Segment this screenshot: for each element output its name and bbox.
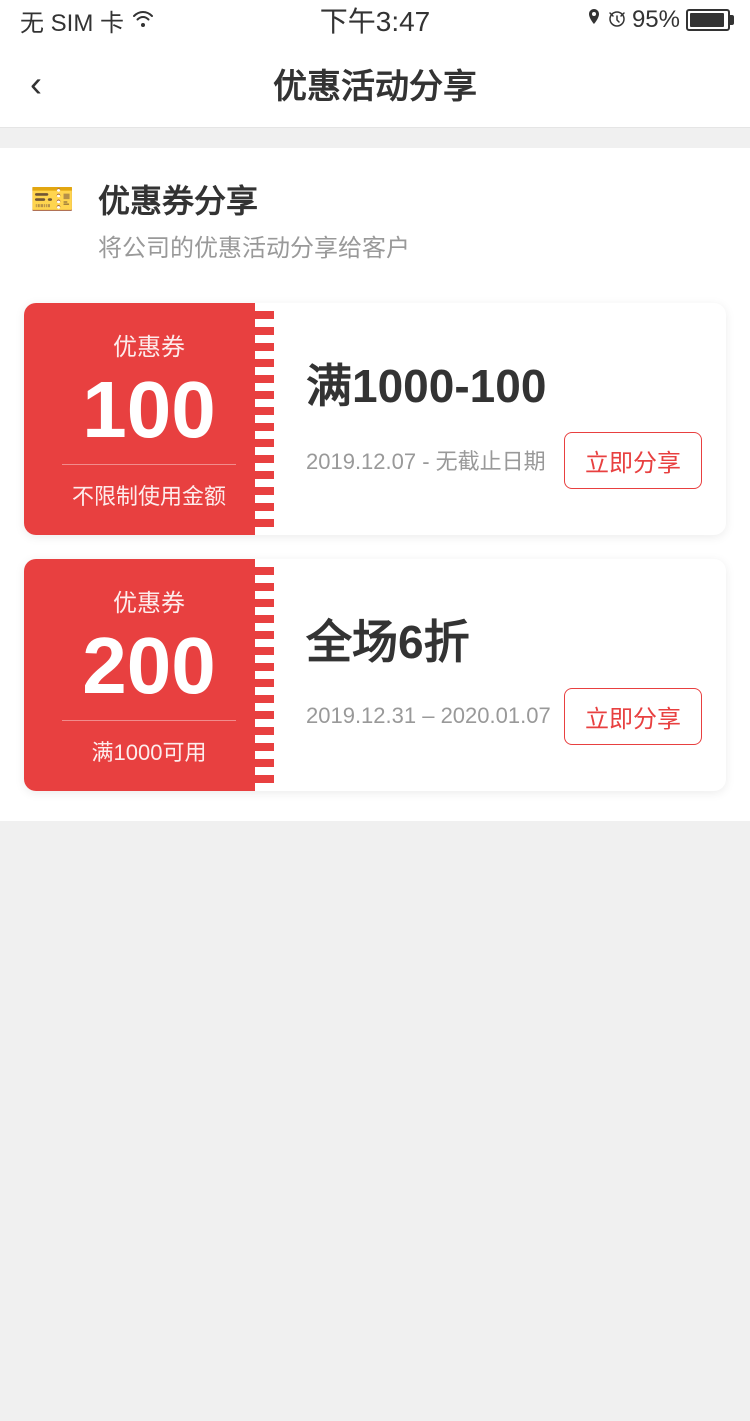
section-icon: 🎫 [30, 178, 82, 230]
section-gap [0, 128, 750, 148]
battery-icon [686, 9, 730, 31]
coupon-name-2: 全场6折 [306, 606, 702, 672]
status-time: 下午3:47 [320, 0, 431, 40]
coupon-label-2: 优惠券 [113, 583, 185, 618]
coupon-card-2: 优惠券 200 满1000可用 全场6折 2019.12.31 – 2020.0… [24, 559, 726, 791]
coupon-condition-2: 满1000可用 [92, 735, 207, 767]
coupon-condition-1: 不限制使用金额 [72, 479, 226, 511]
coupon-amount-1: 100 [82, 370, 215, 450]
coupon-divider-2 [62, 720, 236, 721]
coupon-left-2: 优惠券 200 满1000可用 [24, 559, 274, 791]
coupon-date-1: 2019.12.07 - 无截止日期 [306, 444, 546, 476]
section-subtitle: 将公司的优惠活动分享给客户 [98, 228, 410, 263]
coupon-right-2: 全场6折 2019.12.31 – 2020.01.07 立即分享 [274, 559, 726, 791]
wifi-icon [132, 6, 154, 34]
page-title: 优惠活动分享 [273, 59, 477, 108]
section-header: 🎫 优惠券分享 将公司的优惠活动分享给客户 [0, 148, 750, 283]
coupon-label-1: 优惠券 [113, 327, 185, 362]
location-icon [586, 6, 602, 34]
bottom-background [0, 821, 750, 1421]
coupon-divider-1 [62, 464, 236, 465]
nav-bar: ‹ 优惠活动分享 [0, 40, 750, 128]
coupon-name-1: 满1000-100 [306, 350, 702, 416]
coupon-meta-1: 2019.12.07 - 无截止日期 立即分享 [306, 432, 702, 489]
back-button[interactable]: ‹ [30, 63, 42, 105]
coupon-card: 优惠券 100 不限制使用金额 满1000-100 2019.12.07 - 无… [24, 303, 726, 535]
coupon-amount-2: 200 [82, 626, 215, 706]
share-button-2[interactable]: 立即分享 [564, 688, 702, 745]
coupon-list: 优惠券 100 不限制使用金额 满1000-100 2019.12.07 - 无… [0, 283, 750, 821]
status-left: 无 SIM 卡 [20, 3, 154, 38]
coupon-right-1: 满1000-100 2019.12.07 - 无截止日期 立即分享 [274, 303, 726, 535]
coupon-date-2: 2019.12.31 – 2020.01.07 [306, 703, 551, 729]
section-title: 优惠券分享 [98, 176, 410, 222]
status-right: 95% [586, 6, 730, 34]
coupon-meta-2: 2019.12.31 – 2020.01.07 立即分享 [306, 688, 702, 745]
alarm-icon [608, 6, 626, 34]
section-info: 优惠券分享 将公司的优惠活动分享给客户 [98, 176, 410, 263]
coupon-left-1: 优惠券 100 不限制使用金额 [24, 303, 274, 535]
status-bar: 无 SIM 卡 下午3:47 95% [0, 0, 750, 40]
carrier-text: 无 SIM 卡 [20, 3, 124, 38]
battery-percentage: 95% [632, 6, 680, 34]
share-button-1[interactable]: 立即分享 [564, 432, 702, 489]
